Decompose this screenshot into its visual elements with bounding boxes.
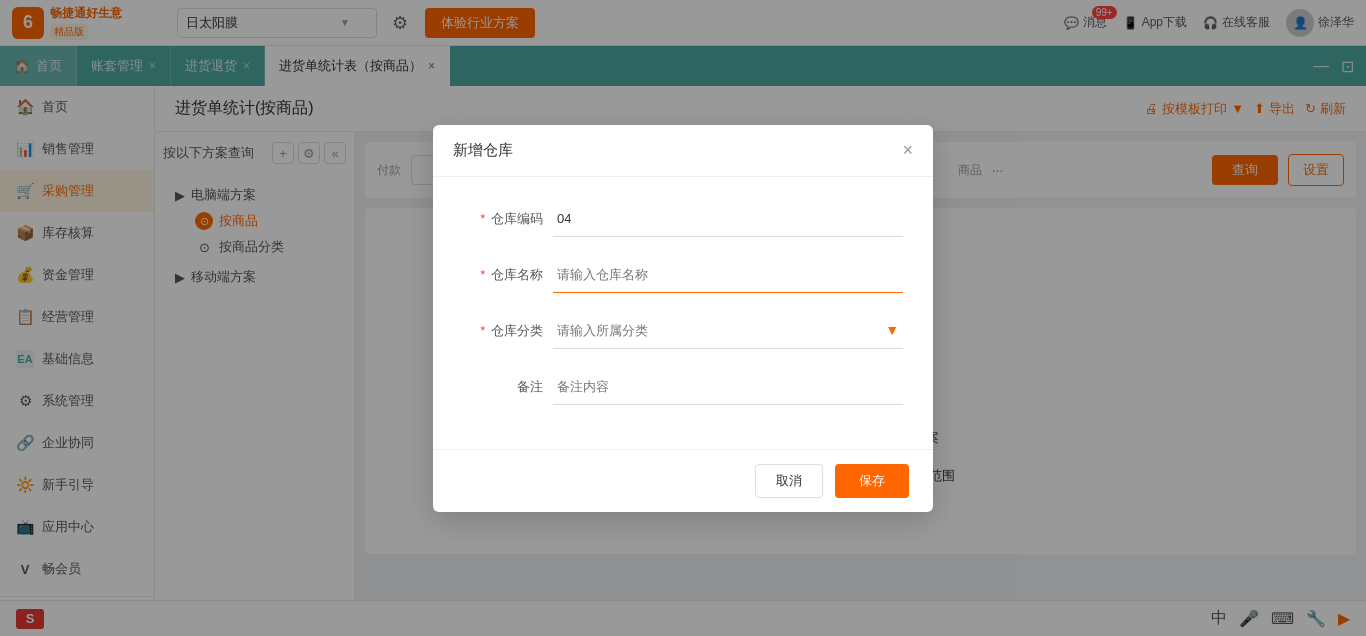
modal-footer: 取消 保存 [433,449,933,512]
field-label-code: * 仓库编码 [463,210,543,228]
category-input[interactable] [553,323,885,338]
remark-label-text: 备注 [517,379,543,394]
field-row-code: * 仓库编码 [463,201,903,237]
field-row-name: * 仓库名称 [463,257,903,293]
category-label-text: 仓库分类 [491,323,543,338]
name-input[interactable] [553,257,903,293]
modal-overlay[interactable]: 新增仓库 × * 仓库编码 * 仓库名称 [0,0,1366,636]
field-label-name: * 仓库名称 [463,266,543,284]
field-row-remark: 备注 [463,369,903,405]
modal-close-button[interactable]: × [902,141,913,159]
code-input[interactable] [553,201,903,237]
modal: 新增仓库 × * 仓库编码 * 仓库名称 [433,125,933,512]
field-label-category: * 仓库分类 [463,322,543,340]
category-select[interactable]: ▼ [553,313,903,349]
name-label-text: 仓库名称 [491,267,543,282]
modal-title: 新增仓库 [453,141,513,160]
save-button[interactable]: 保存 [835,464,909,498]
cancel-button[interactable]: 取消 [755,464,823,498]
field-row-category: * 仓库分类 ▼ [463,313,903,349]
modal-body: * 仓库编码 * 仓库名称 * 仓库分类 [433,177,933,449]
category-dropdown-icon: ▼ [885,322,899,338]
code-label-text: 仓库编码 [491,211,543,226]
field-label-remark: 备注 [463,378,543,396]
modal-header: 新增仓库 × [433,125,933,177]
remark-input[interactable] [553,369,903,405]
